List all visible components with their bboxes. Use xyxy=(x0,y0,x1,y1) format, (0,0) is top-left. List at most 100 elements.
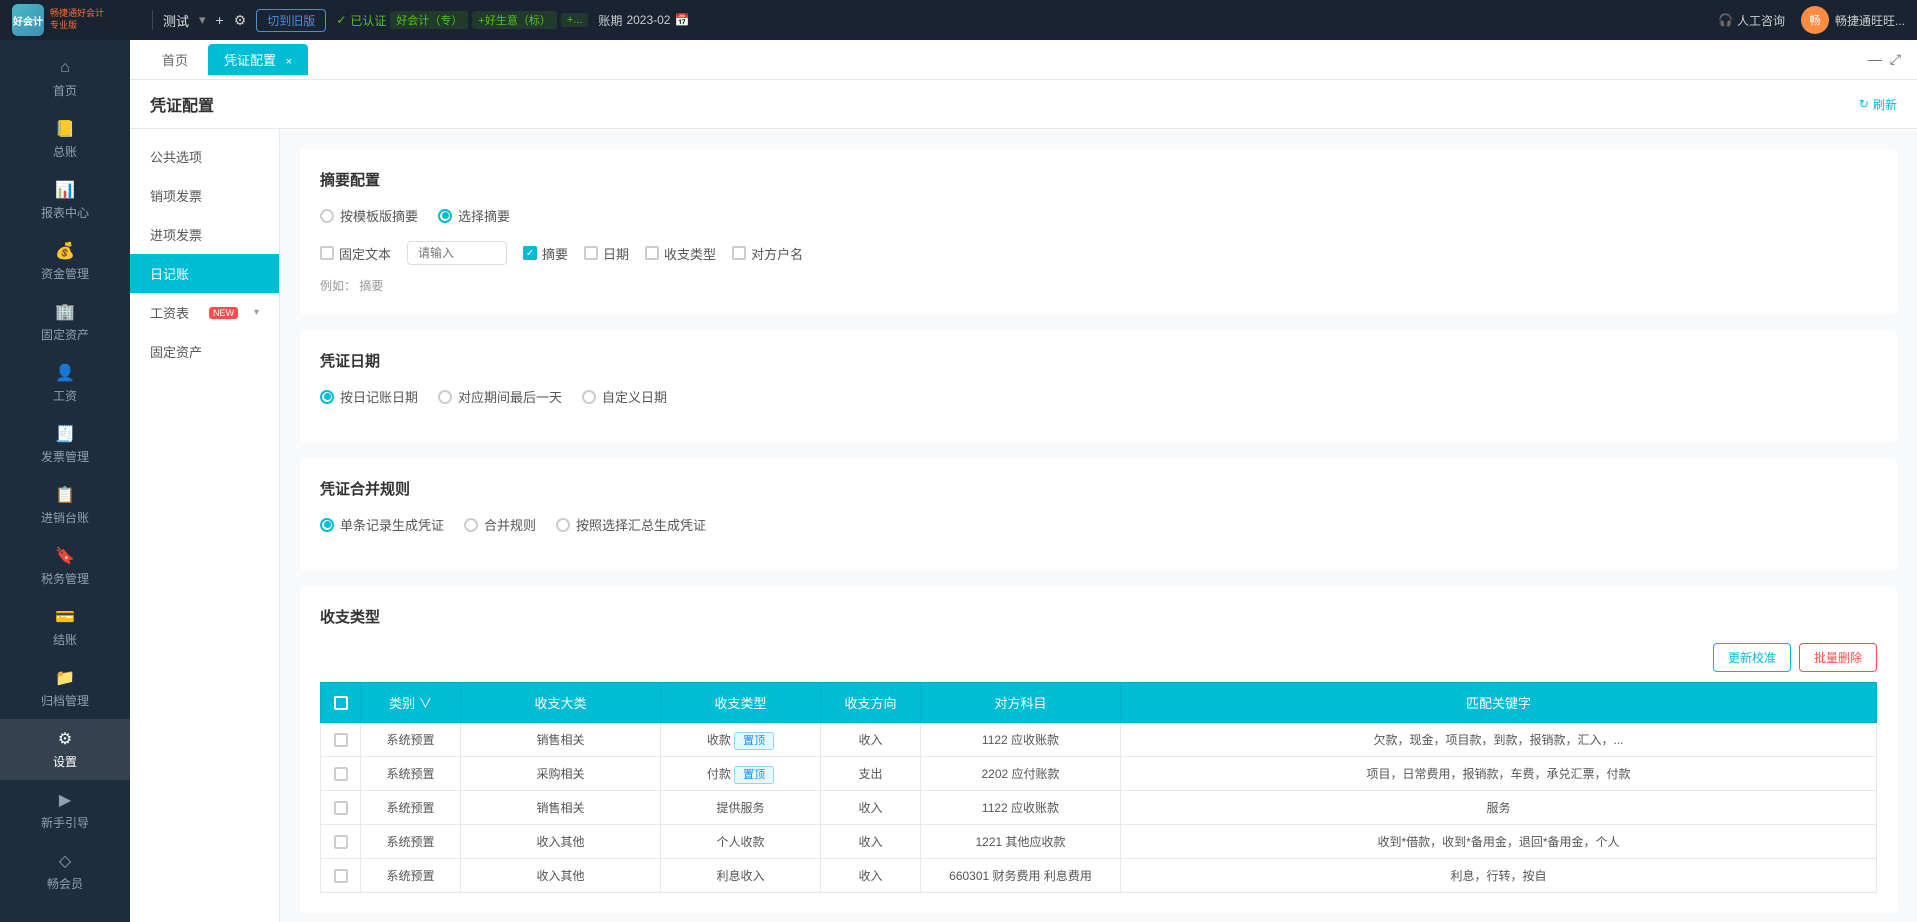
reset-tag-0[interactable]: 置顶 xyxy=(734,732,774,750)
sidebar-item-member[interactable]: ◇ 畅会员 xyxy=(0,841,130,902)
batch-delete-button[interactable]: 批量删除 xyxy=(1799,643,1877,672)
th-category: 类别 ∨ xyxy=(361,683,461,723)
left-nav-sales[interactable]: 销项发票 xyxy=(130,176,279,215)
example-text: 例如： 摘要 xyxy=(320,277,1877,294)
radio-merge[interactable]: 合并规则 xyxy=(464,515,536,534)
home-icon: ⌂ xyxy=(55,58,75,78)
th-checkbox[interactable] xyxy=(321,683,361,723)
category-sort-icon[interactable]: ∨ xyxy=(419,696,432,711)
member-icon: ◇ xyxy=(55,851,75,871)
company-dropdown-icon[interactable]: ▾ xyxy=(199,12,206,28)
td-account-4: 660301 财务费用 利息费用 xyxy=(921,859,1121,893)
sidebar-item-invoices[interactable]: 🧾 发票管理 xyxy=(0,414,130,475)
row-checkbox-2[interactable] xyxy=(334,801,348,815)
checkbox-date[interactable]: 日期 xyxy=(584,244,629,263)
table-row: 系统预置 销售相关 提供服务 收入 1122 应收账款 服务 xyxy=(321,791,1877,825)
user-menu[interactable]: 畅 畅捷通旺旺... xyxy=(1801,6,1905,34)
sidebar-item-assets[interactable]: 🏢 固定资产 xyxy=(0,292,130,353)
tag-item-1: 好会计（专） xyxy=(390,11,468,29)
assets-icon: 🏢 xyxy=(55,302,75,322)
td-checkbox-4[interactable] xyxy=(321,859,361,893)
sidebar-item-reports[interactable]: 📊 报表中心 xyxy=(0,170,130,231)
radio-select-total[interactable]: 按照选择汇总生成凭证 xyxy=(556,515,706,534)
sidebar-item-tax[interactable]: 🔖 税务管理 xyxy=(0,536,130,597)
sidebar-item-archive[interactable]: 📁 归档管理 xyxy=(0,658,130,719)
settings-icon[interactable]: ⚙ xyxy=(234,12,247,29)
topbar: 好会计 畅捷通好会计 专业版 测试 ▾ + ⚙ 切到旧版 ✓ 已认证 好会计（专… xyxy=(0,0,1917,40)
switch-version-button[interactable]: 切到旧版 xyxy=(256,9,326,32)
content-area: 公共选项 销项发票 进项发票 日记账 工资表 NEW ▾ 固定资产 xyxy=(130,129,1917,922)
sidebar-item-settlement[interactable]: 💳 结账 xyxy=(0,597,130,658)
ledger-icon: 📒 xyxy=(55,119,75,139)
left-nav-payroll[interactable]: 工资表 NEW ▾ xyxy=(130,293,279,332)
td-direction-3: 收入 xyxy=(821,825,921,859)
radio-journal-date[interactable]: 按日记账日期 xyxy=(320,387,418,406)
row-checkbox-3[interactable] xyxy=(334,835,348,849)
radio-merge-circle xyxy=(464,518,478,532)
table-header-row: 类别 ∨ 收支大类 收支类型 收支方向 对方科目 匹配关键字 xyxy=(321,683,1877,723)
tab-maximize-icon[interactable]: ⤢ xyxy=(1890,51,1901,68)
radio-custom-date[interactable]: 自定义日期 xyxy=(582,387,667,406)
checkbox-summary[interactable]: ✓ 摘要 xyxy=(523,244,568,263)
row-checkbox-1[interactable] xyxy=(334,767,348,781)
add-icon[interactable]: + xyxy=(216,12,224,28)
tab-home[interactable]: 首页 xyxy=(146,44,204,75)
calendar-icon[interactable]: 📅 xyxy=(674,13,689,27)
checkbox-fixed-text-box xyxy=(320,246,334,260)
row-checkbox-0[interactable] xyxy=(334,733,348,747)
tab-voucher-config[interactable]: 凭证配置 × xyxy=(208,44,308,75)
radio-period-last[interactable]: 对应期间最后一天 xyxy=(438,387,562,406)
sidebar-item-guide[interactable]: ▶ 新手引导 xyxy=(0,780,130,841)
sidebar-item-ledger[interactable]: 📒 总账 xyxy=(0,109,130,170)
update-calibrate-button[interactable]: 更新校准 xyxy=(1713,643,1791,672)
tab-minimize-icon[interactable]: — xyxy=(1868,51,1882,68)
td-checkbox-1[interactable] xyxy=(321,757,361,791)
merge-rules-title: 凭证合并规则 xyxy=(320,478,1877,499)
table-row: 系统预置 收入其他 利息收入 收入 660301 财务费用 利息费用 利息，行转… xyxy=(321,859,1877,893)
sidebar-label-funds: 资金管理 xyxy=(41,265,89,282)
service-button[interactable]: 🎧 人工咨询 xyxy=(1718,12,1785,29)
td-keyword-4: 利息，行转，按自 xyxy=(1121,859,1877,893)
header-checkbox[interactable] xyxy=(334,696,348,710)
checkbox-fixed-text[interactable]: 固定文本 xyxy=(320,244,391,263)
td-account-2: 1122 应收账款 xyxy=(921,791,1121,825)
left-nav-purchase-inv[interactable]: 进项发票 xyxy=(130,215,279,254)
tag-item-2: +好生意（标） xyxy=(472,11,556,29)
sidebar-label-ledger: 总账 xyxy=(53,143,77,160)
radio-template[interactable]: 按模板版摘要 xyxy=(320,206,418,225)
radio-period-last-circle xyxy=(438,390,452,404)
tab-close-icon[interactable]: × xyxy=(286,56,292,68)
left-nav-journal[interactable]: 日记账 xyxy=(130,254,279,293)
td-checkbox-3[interactable] xyxy=(321,825,361,859)
td-type-3: 个人收款 xyxy=(661,825,821,859)
checkbox-date-box xyxy=(584,246,598,260)
sidebar-label-archive: 归档管理 xyxy=(41,692,89,709)
summary-checkbox-group: 固定文本 ✓ 摘要 日期 收支类型 xyxy=(320,241,1877,265)
td-account-0: 1122 应收账款 xyxy=(921,723,1121,757)
left-nav-fixed-assets[interactable]: 固定资产 xyxy=(130,332,279,371)
sidebar-item-funds[interactable]: 💰 资金管理 xyxy=(0,231,130,292)
sidebar-label-reports: 报表中心 xyxy=(41,204,89,221)
fixed-text-input[interactable] xyxy=(407,241,507,265)
checkbox-type[interactable]: 收支类型 xyxy=(645,244,716,263)
purchase-icon: 📋 xyxy=(55,485,75,505)
row-checkbox-4[interactable] xyxy=(334,869,348,883)
refresh-button[interactable]: ↻ 刷新 xyxy=(1859,96,1897,125)
radio-single-circle xyxy=(320,518,334,532)
sidebar-item-home[interactable]: ⌂ 首页 xyxy=(0,48,130,109)
radio-select[interactable]: 选择摘要 xyxy=(438,206,510,225)
left-nav-public[interactable]: 公共选项 xyxy=(130,137,279,176)
sidebar: ⌂ 首页 📒 总账 📊 报表中心 💰 资金管理 🏢 固定资产 👤 工资 🧾 发票… xyxy=(0,40,130,922)
td-checkbox-0[interactable] xyxy=(321,723,361,757)
checkbox-type-box xyxy=(645,246,659,260)
checkbox-counterpart[interactable]: 对方户名 xyxy=(732,244,803,263)
radio-single[interactable]: 单条记录生成凭证 xyxy=(320,515,444,534)
td-checkbox-2[interactable] xyxy=(321,791,361,825)
radio-journal-date-circle xyxy=(320,390,334,404)
sidebar-item-settings[interactable]: ⚙ 设置 xyxy=(0,719,130,780)
certified-check-icon: ✓ xyxy=(336,13,346,27)
sidebar-item-purchase[interactable]: 📋 进销台账 xyxy=(0,475,130,536)
reset-tag-1[interactable]: 置顶 xyxy=(734,766,774,784)
income-expense-table: 类别 ∨ 收支大类 收支类型 收支方向 对方科目 匹配关键字 xyxy=(320,682,1877,893)
sidebar-item-salary[interactable]: 👤 工资 xyxy=(0,353,130,414)
